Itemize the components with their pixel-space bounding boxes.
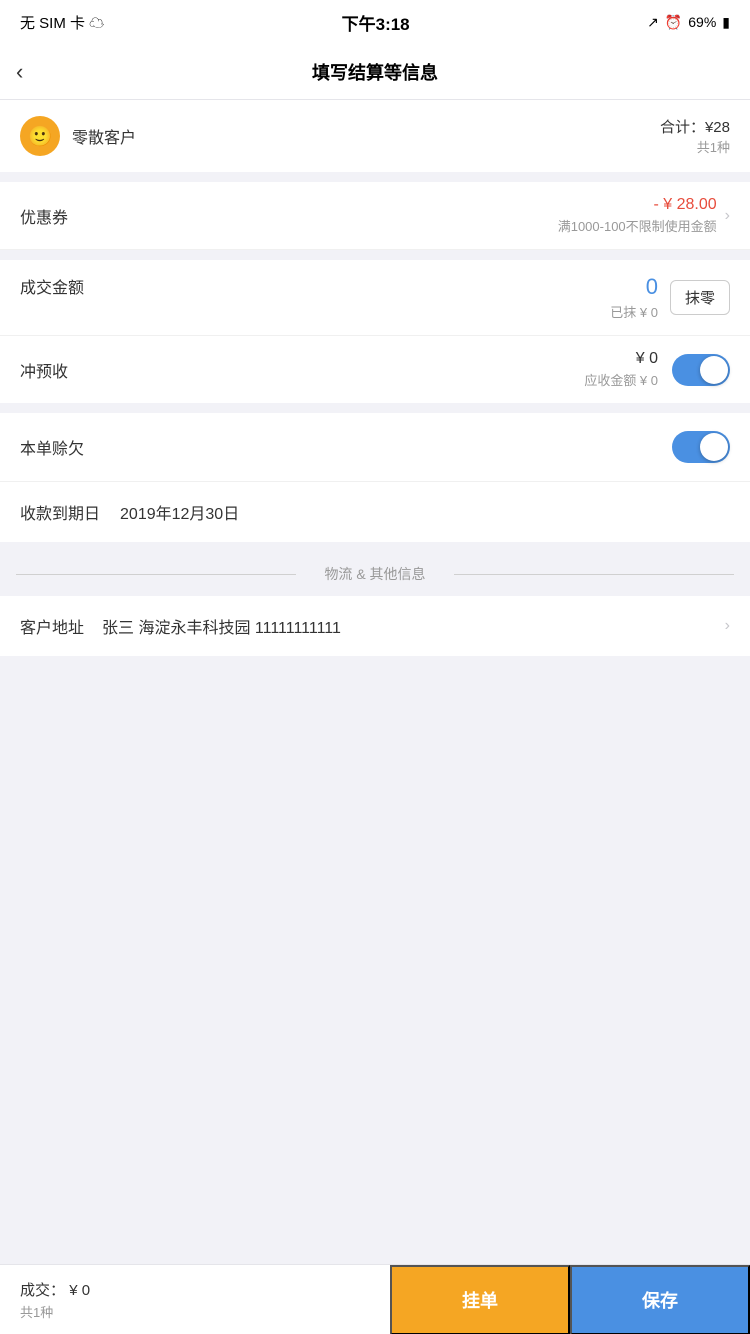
coupon-row[interactable]: 优惠券 - ¥ 28.00 满1000-100不限制使用金额 › <box>0 182 750 250</box>
debt-row: 本单赊欠 <box>0 413 750 482</box>
customer-row: 🙂 零散客户 合计：¥28 共1种 <box>0 100 750 172</box>
customer-count: 共1种 <box>660 137 730 156</box>
transaction-value-block: 0 已抹 ¥ 0 <box>610 274 658 321</box>
prepay-right: ¥ 0 应收金额 ¥ 0 <box>584 350 730 389</box>
location-icon: ↗ <box>647 14 659 31</box>
bottom-count: 共1种 <box>20 1302 370 1321</box>
transaction-right: 0 已抹 ¥ 0 抹零 <box>610 274 730 321</box>
save-button[interactable]: 保存 <box>570 1265 750 1334</box>
debt-toggle[interactable] <box>672 431 730 463</box>
due-date-value: 2019年12月30日 <box>120 500 239 524</box>
transaction-label: 成交金额 <box>20 274 84 298</box>
logistics-line-right <box>454 574 734 575</box>
coupon-desc: 满1000-100不限制使用金额 <box>558 216 717 235</box>
page-title: 填写结算等信息 <box>312 59 438 85</box>
customer-total: 合计：¥28 <box>660 116 730 137</box>
back-button[interactable]: ‹ <box>16 59 23 85</box>
prepay-value-block: ¥ 0 应收金额 ¥ 0 <box>584 350 658 389</box>
avatar: 🙂 <box>20 116 60 156</box>
due-date-label: 收款到期日 <box>20 500 100 524</box>
due-date-row: 收款到期日 2019年12月30日 <box>0 482 750 542</box>
status-bar: 无 SIM 卡 ☁ 下午3:18 ↗ ⏰ 69% ▮ <box>0 0 750 44</box>
address-chevron-icon: › <box>725 617 730 635</box>
prepay-row: 冲预收 ¥ 0 应收金额 ¥ 0 <box>0 336 750 403</box>
bottom-spacer <box>0 666 750 736</box>
prepay-sub: 应收金额 ¥ 0 <box>584 370 658 389</box>
customer-name: 零散客户 <box>72 124 136 148</box>
customer-summary: 合计：¥28 共1种 <box>660 116 730 156</box>
bottom-trans-label: 成交： ¥ 0 <box>20 1279 370 1300</box>
status-time: 下午3:18 <box>342 10 410 35</box>
address-label: 客户地址 <box>20 614 90 638</box>
status-left: 无 SIM 卡 ☁ <box>20 12 104 33</box>
logistics-line-left <box>16 574 296 575</box>
debt-toggle-knob <box>700 433 728 461</box>
bottom-trans-value: ¥ 0 <box>69 1282 90 1299</box>
round-button[interactable]: 抹零 <box>670 280 730 315</box>
prepay-amount: ¥ 0 <box>584 350 658 368</box>
customer-section: 🙂 零散客户 合计：¥28 共1种 <box>0 100 750 172</box>
coupon-value-block: - ¥ 28.00 满1000-100不限制使用金额 <box>558 196 717 235</box>
prepay-label: 冲预收 <box>20 358 68 382</box>
alarm-icon: ⏰ <box>665 14 682 31</box>
bottom-info: 成交： ¥ 0 共1种 <box>0 1265 390 1334</box>
transaction-amount: 0 <box>610 274 658 300</box>
address-row[interactable]: 客户地址 张三 海淀永丰科技园 11111111111 › <box>0 596 750 656</box>
debt-label: 本单赊欠 <box>20 435 84 459</box>
bottom-bar: 成交： ¥ 0 共1种 挂单 保存 <box>0 1264 750 1334</box>
nav-bar: ‹ 填写结算等信息 <box>0 44 750 100</box>
coupon-right: - ¥ 28.00 满1000-100不限制使用金额 › <box>558 196 730 235</box>
avatar-icon: 🙂 <box>28 124 53 149</box>
transaction-sub: 已抹 ¥ 0 <box>610 302 658 321</box>
coupon-chevron-icon: › <box>725 207 730 225</box>
customer-left: 🙂 零散客户 <box>20 116 136 156</box>
status-right: ↗ ⏰ 69% ▮ <box>647 14 730 31</box>
logistics-header: 物流 & 其他信息 <box>0 552 750 596</box>
battery-level: 69% <box>688 14 716 30</box>
sim-status: 无 SIM 卡 ☁ <box>20 12 104 33</box>
coupon-amount: - ¥ 28.00 <box>558 196 717 214</box>
coupon-section[interactable]: 优惠券 - ¥ 28.00 满1000-100不限制使用金额 › <box>0 182 750 250</box>
coupon-label: 优惠券 <box>20 204 68 228</box>
address-section[interactable]: 客户地址 张三 海淀永丰科技园 11111111111 › <box>0 596 750 656</box>
pending-button[interactable]: 挂单 <box>390 1265 570 1334</box>
battery-icon: ▮ <box>722 14 730 31</box>
logistics-label: 物流 & 其他信息 <box>324 564 425 584</box>
address-value: 张三 海淀永丰科技园 11111111111 <box>102 614 713 638</box>
bottom-trans-prefix: 成交： <box>20 1282 65 1299</box>
transaction-row: 成交金额 0 已抹 ¥ 0 抹零 <box>0 260 750 336</box>
debt-section: 本单赊欠 收款到期日 2019年12月30日 <box>0 413 750 542</box>
prepay-toggle-knob <box>700 356 728 384</box>
prepay-toggle[interactable] <box>672 354 730 386</box>
transaction-section: 成交金额 0 已抹 ¥ 0 抹零 冲预收 ¥ 0 应收金额 ¥ 0 <box>0 260 750 403</box>
